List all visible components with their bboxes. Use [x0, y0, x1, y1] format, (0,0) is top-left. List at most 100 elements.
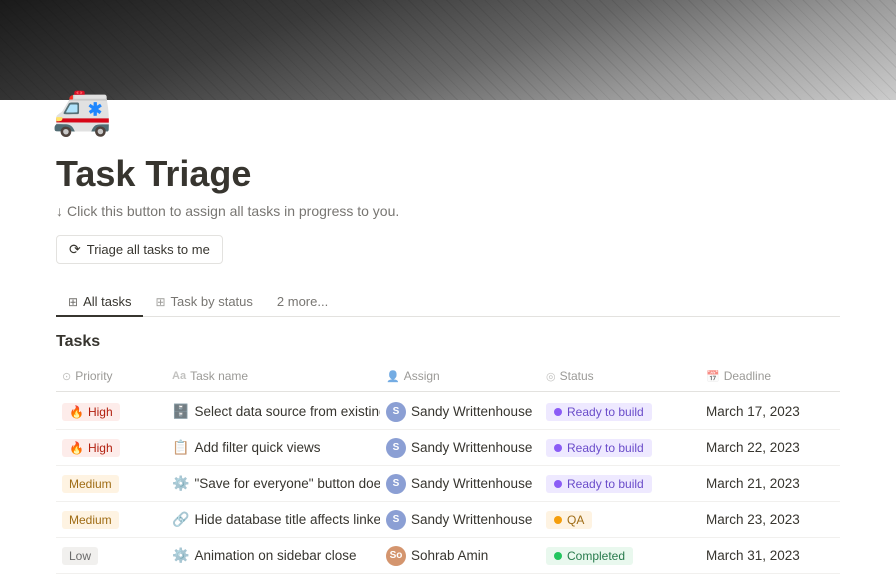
assign-col-icon: 👤 [386, 370, 400, 383]
description-text: Click this button to assign all tasks in… [67, 203, 399, 219]
task-icon: ⚙️ [172, 475, 189, 492]
triage-icon: ⟳ [69, 241, 81, 258]
fire-icon: 🔥 [69, 405, 84, 419]
status-label: Completed [567, 549, 625, 563]
deadline-value: March 22, 2023 [706, 440, 800, 455]
priority-col-icon: ⊙ [62, 370, 71, 383]
priority-cell: 🔥 High [56, 397, 166, 427]
status-badge: Ready to build [546, 475, 652, 493]
status-dot [554, 480, 562, 488]
fire-icon: 🔥 [69, 441, 84, 455]
priority-badge: 🔥 High [62, 439, 120, 457]
deadline-value: March 21, 2023 [706, 476, 800, 491]
table-row[interactable]: Medium 🔗 Hide database title affects lin… [56, 502, 840, 538]
task-icon: 🗄️ [172, 403, 189, 420]
page-description: ↓ Click this button to assign all tasks … [56, 203, 840, 219]
table-row[interactable]: Low ⚙️ Animation on sidebar close So Soh… [56, 538, 840, 574]
status-cell: Completed [540, 541, 700, 571]
status-cell: Ready to build [540, 469, 700, 499]
assignee-cell: S Sandy Writtenhouse [380, 396, 540, 428]
task-name-text: Hide database title affects linked datab… [194, 512, 380, 527]
status-cell: Ready to build [540, 397, 700, 427]
status-badge: QA [546, 511, 592, 529]
assignee-cell: S Sandy Writtenhouse [380, 504, 540, 536]
status-badge: Completed [546, 547, 633, 565]
col-priority: ⊙ Priority [56, 365, 166, 387]
status-dot [554, 552, 562, 560]
assignee-name: Sandy Writtenhouse [411, 476, 532, 491]
taskname-cell: 📋 Add filter quick views [166, 433, 380, 462]
priority-label: Medium [69, 513, 112, 527]
table-header: ⊙ Priority Aa Task name 👤 Assign ◎ Statu… [56, 361, 840, 392]
priority-cell: Low [56, 541, 166, 571]
cover-image [0, 0, 896, 100]
col-deadline: 📅 Deadline [700, 365, 840, 387]
assignee-name: Sandy Writtenhouse [411, 512, 532, 527]
tab-all-tasks[interactable]: ⊞ All tasks [56, 288, 143, 317]
priority-cell: 🔥 High [56, 433, 166, 463]
taskname-cell: 🔗 Hide database title affects linked dat… [166, 505, 380, 534]
tab-task-by-status-label: Task by status [171, 294, 253, 309]
deadline-cell: March 23, 2023 [700, 506, 840, 533]
description-arrow: ↓ [56, 203, 63, 219]
tab-more[interactable]: 2 more... [265, 288, 340, 317]
deadline-cell: March 21, 2023 [700, 470, 840, 497]
table-row[interactable]: 🔥 High 🗄️ Select data source from existi… [56, 394, 840, 430]
status-cell: QA [540, 505, 700, 535]
task-name-text: Animation on sidebar close [194, 548, 356, 563]
tab-more-label: 2 more... [277, 294, 328, 309]
avatar: S [386, 474, 406, 494]
tabs-row: ⊞ All tasks ⊞ Task by status 2 more... [56, 288, 840, 317]
avatar: S [386, 510, 406, 530]
triage-button-label: Triage all tasks to me [87, 242, 210, 257]
assignee-cell: So Sohrab Amin [380, 540, 540, 572]
status-dot [554, 408, 562, 416]
deadline-value: March 31, 2023 [706, 548, 800, 563]
status-dot [554, 516, 562, 524]
priority-label: Medium [69, 477, 112, 491]
task-icon: ⚙️ [172, 547, 189, 564]
deadline-cell: March 17, 2023 [700, 398, 840, 425]
priority-label: High [88, 441, 113, 455]
table-body: 🔥 High 🗄️ Select data source from existi… [56, 394, 840, 574]
avatar: S [386, 402, 406, 422]
status-dot [554, 444, 562, 452]
tab-all-tasks-label: All tasks [83, 294, 131, 309]
taskname-cell: ⚙️ "Save for everyone" button doesn't pe… [166, 469, 380, 498]
priority-cell: Medium [56, 469, 166, 499]
priority-badge: 🔥 High [62, 403, 120, 421]
task-name-text: Add filter quick views [194, 440, 320, 455]
tab-all-tasks-icon: ⊞ [68, 295, 78, 309]
priority-badge: Low [62, 547, 98, 565]
task-name-text: Select data source from existing databas… [194, 404, 380, 419]
tab-task-by-status[interactable]: ⊞ Task by status [143, 288, 264, 317]
assignee-name: Sandy Writtenhouse [411, 440, 532, 455]
deadline-cell: March 22, 2023 [700, 434, 840, 461]
taskname-col-icon: Aa [172, 370, 186, 382]
status-label: Ready to build [567, 405, 644, 419]
task-name-text: "Save for everyone" button doesn't persi… [194, 476, 380, 491]
table-row[interactable]: 🔥 High 📋 Add filter quick views S Sandy … [56, 430, 840, 466]
status-label: Ready to build [567, 441, 644, 455]
deadline-value: March 17, 2023 [706, 404, 800, 419]
task-icon: 📋 [172, 439, 189, 456]
priority-badge: Medium [62, 475, 119, 493]
taskname-cell: 🗄️ Select data source from existing data… [166, 397, 380, 426]
priority-label: Low [69, 549, 91, 563]
taskname-cell: ⚙️ Animation on sidebar close [166, 541, 380, 570]
status-label: Ready to build [567, 477, 644, 491]
avatar: S [386, 438, 406, 458]
assignee-name: Sohrab Amin [411, 548, 488, 563]
status-cell: Ready to build [540, 433, 700, 463]
triage-all-button[interactable]: ⟳ Triage all tasks to me [56, 235, 223, 264]
deadline-col-icon: 📅 [706, 370, 720, 383]
priority-badge: Medium [62, 511, 119, 529]
task-icon: 🔗 [172, 511, 189, 528]
status-col-icon: ◎ [546, 370, 556, 383]
col-task-name: Aa Task name [166, 365, 380, 387]
priority-label: High [88, 405, 113, 419]
deadline-value: March 23, 2023 [706, 512, 800, 527]
col-status: ◎ Status [540, 365, 700, 387]
table-row[interactable]: Medium ⚙️ "Save for everyone" button doe… [56, 466, 840, 502]
priority-cell: Medium [56, 505, 166, 535]
